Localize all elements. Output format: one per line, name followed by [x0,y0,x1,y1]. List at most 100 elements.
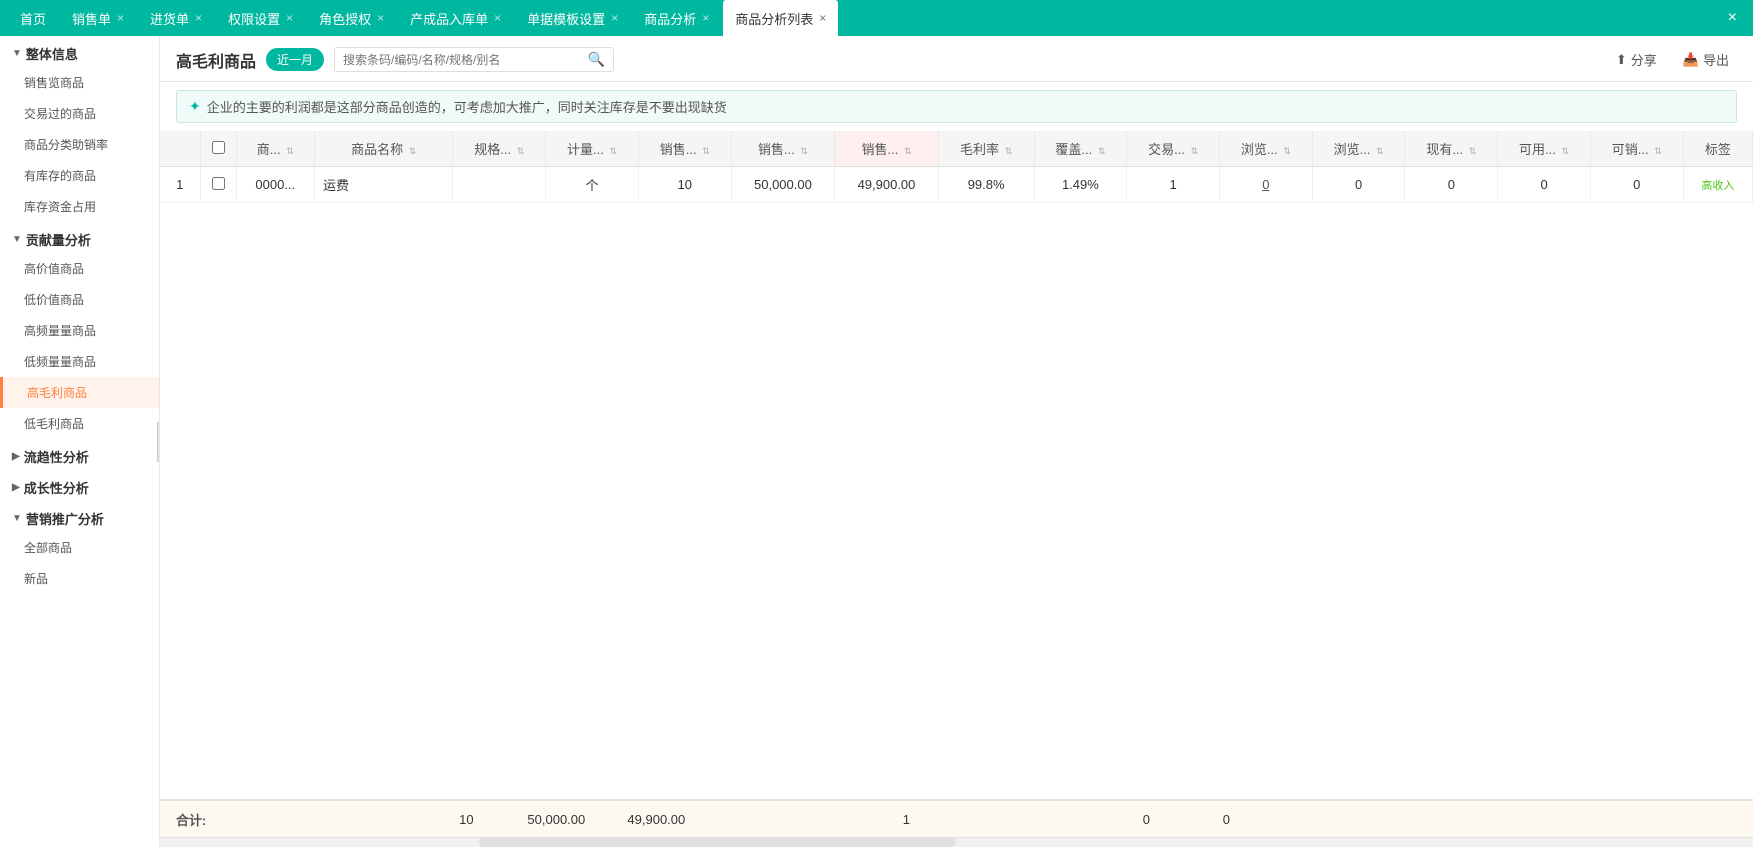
arrow-icon-4: ▶ [12,482,20,493]
sidebar-item-high-margin[interactable]: 高毛利商品 [0,377,159,408]
nav-home[interactable]: 首页 [8,0,58,36]
nav-sales[interactable]: 销售单 × [60,0,136,36]
filter-recent-month-button[interactable]: 近一月 [266,48,324,71]
sort-icon-browse1: ⇅ [1283,146,1291,156]
row-checkbox[interactable] [212,177,225,190]
sidebar-item-in-stock[interactable]: 有库存的商品 [0,160,159,191]
close-sales-tab[interactable]: × [117,11,124,25]
close-analysis-tab[interactable]: × [702,11,709,25]
nav-analysis[interactable]: 商品分析 × [632,0,721,36]
sort-icon-coverage: ⇅ [1098,146,1106,156]
th-spec[interactable]: 规格... ⇅ [453,131,546,167]
nav-purchase[interactable]: 进货单 × [138,0,214,36]
select-all-checkbox[interactable] [212,141,225,154]
search-icon[interactable]: 🔍 [588,51,605,68]
th-saleable[interactable]: 可销... ⇅ [1590,131,1683,167]
sidebar-item-high-value[interactable]: 高价值商品 [0,253,159,284]
data-table: 商... ⇅ 商品名称 ⇅ 规格... ⇅ 计量... [160,131,1753,203]
th-sales2[interactable]: 销售... ⇅ [731,131,835,167]
arrow-icon: ▼ [12,48,22,59]
window-close-button[interactable]: × [1720,9,1745,27]
close-permissions-tab[interactable]: × [286,11,293,25]
close-roles-tab[interactable]: × [377,11,384,25]
close-product-inbound-tab[interactable]: × [494,11,501,25]
sidebar-item-low-freq[interactable]: 低频量量商品 [0,346,159,377]
th-code[interactable]: 商... ⇅ [236,131,315,167]
sidebar-item-stock-capital[interactable]: 库存资金占用 [0,191,159,222]
sidebar-item-all-products[interactable]: 全部商品 [0,532,159,563]
th-transactions[interactable]: 交易... ⇅ [1127,131,1220,167]
sidebar-item-traded[interactable]: 交易过的商品 [0,98,159,129]
sort-icon-margin: ⇅ [1005,146,1013,156]
nav-analysis-list[interactable]: 商品分析列表 × [723,0,838,36]
search-input[interactable] [343,53,588,67]
sort-icon-transactions: ⇅ [1191,146,1199,156]
top-navigation: 首页 销售单 × 进货单 × 权限设置 × 角色授权 × 产成品入库单 × 单据… [0,0,1753,36]
td-name: 运费 [315,167,453,203]
nav-permissions[interactable]: 权限设置 × [216,0,305,36]
sidebar-item-new-products[interactable]: 新品 [0,563,159,594]
tip-icon: ✦ [189,98,201,115]
sort-icon-unit: ⇅ [610,146,618,156]
th-available[interactable]: 可用... ⇅ [1498,131,1591,167]
th-name[interactable]: 商品名称 ⇅ [315,131,453,167]
close-purchase-tab[interactable]: × [195,11,202,25]
th-unit[interactable]: 计量... ⇅ [546,131,639,167]
export-button[interactable]: 📥 导出 [1675,46,1737,73]
footer-sales2: 50,000.00 [506,812,606,827]
td-unit: 个 [546,167,639,203]
th-tag[interactable]: 标签 [1683,131,1752,167]
sidebar-item-sales-browse[interactable]: 销售览商品 [0,67,159,98]
footer-spacer4 [946,812,1026,827]
th-sales3[interactable]: 销售... ⇅ [835,131,939,167]
sidebar-group-growth[interactable]: ▶ 成长性分析 [0,470,159,501]
nav-product-inbound[interactable]: 产成品入库单 × [398,0,513,36]
close-analysis-list-tab[interactable]: × [819,11,826,25]
close-template-tab[interactable]: × [611,11,618,25]
nav-template[interactable]: 单据模板设置 × [515,0,630,36]
scrollbar-track [479,838,957,847]
horizontal-scrollbar[interactable] [160,837,1753,847]
td-transactions: 1 [1127,167,1220,203]
footer-spacer [226,812,426,827]
sidebar-item-low-value[interactable]: 低价值商品 [0,284,159,315]
td-coverage: 1.49% [1034,167,1127,203]
footer-values: 10 50,000.00 49,900.00 1 0 0 [226,812,1737,827]
td-index: 1 [160,167,200,203]
th-checkbox [200,131,236,167]
arrow-icon-5: ▼ [12,513,22,524]
sidebar-group-contribution[interactable]: ▼ 贡献量分析 [0,222,159,253]
sidebar-collapse-button[interactable]: 《 [157,422,160,462]
arrow-icon-2: ▼ [12,234,22,245]
share-button[interactable]: ⬆ 分享 [1608,46,1665,73]
td-sales1: 10 [638,167,731,203]
th-current[interactable]: 现有... ⇅ [1405,131,1498,167]
td-spec [453,167,546,203]
sidebar-item-low-margin[interactable]: 低毛利商品 [0,408,159,439]
th-coverage[interactable]: 覆盖... ⇅ [1034,131,1127,167]
export-icon: 📥 [1683,52,1699,68]
content-header: 高毛利商品 近一月 🔍 ⬆ 分享 📥 导出 [160,36,1753,82]
sidebar-item-high-freq[interactable]: 高频量量商品 [0,315,159,346]
th-browse2[interactable]: 浏览... ⇅ [1312,131,1405,167]
nav-roles[interactable]: 角色授权 × [307,0,396,36]
th-sales1[interactable]: 销售... ⇅ [638,131,731,167]
td-browse1[interactable]: 0 [1219,167,1312,203]
sidebar-group-trend[interactable]: ▶ 流趋性分析 [0,439,159,470]
tip-bar: ✦ 企业的主要的利润都是这部分商品创造的，可考虑加大推广，同时关注库存是不要出现… [176,90,1737,123]
table-row: 1 0000... 运费 个 10 50,000.00 49,900.00 99… [160,167,1753,203]
browse1-link[interactable]: 0 [1262,177,1269,192]
td-tag: 高收入 [1683,167,1752,203]
td-sales3: 49,900.00 [835,167,939,203]
footer-spacer5 [1026,812,1106,827]
footer-label: 合计: [176,810,206,829]
main-layout: 《 ▼ 整体信息 销售览商品 交易过的商品 商品分类助销率 有库存的商品 库存资… [0,36,1753,847]
th-index [160,131,200,167]
sidebar-item-category-rate[interactable]: 商品分类助销率 [0,129,159,160]
search-box: 🔍 [334,47,614,72]
sidebar-group-overall[interactable]: ▼ 整体信息 [0,36,159,67]
sidebar-group-marketing[interactable]: ▼ 营销推广分析 [0,501,159,532]
th-browse1[interactable]: 浏览... ⇅ [1219,131,1312,167]
th-gross-margin[interactable]: 毛利率 ⇅ [938,131,1034,167]
td-current: 0 [1405,167,1498,203]
